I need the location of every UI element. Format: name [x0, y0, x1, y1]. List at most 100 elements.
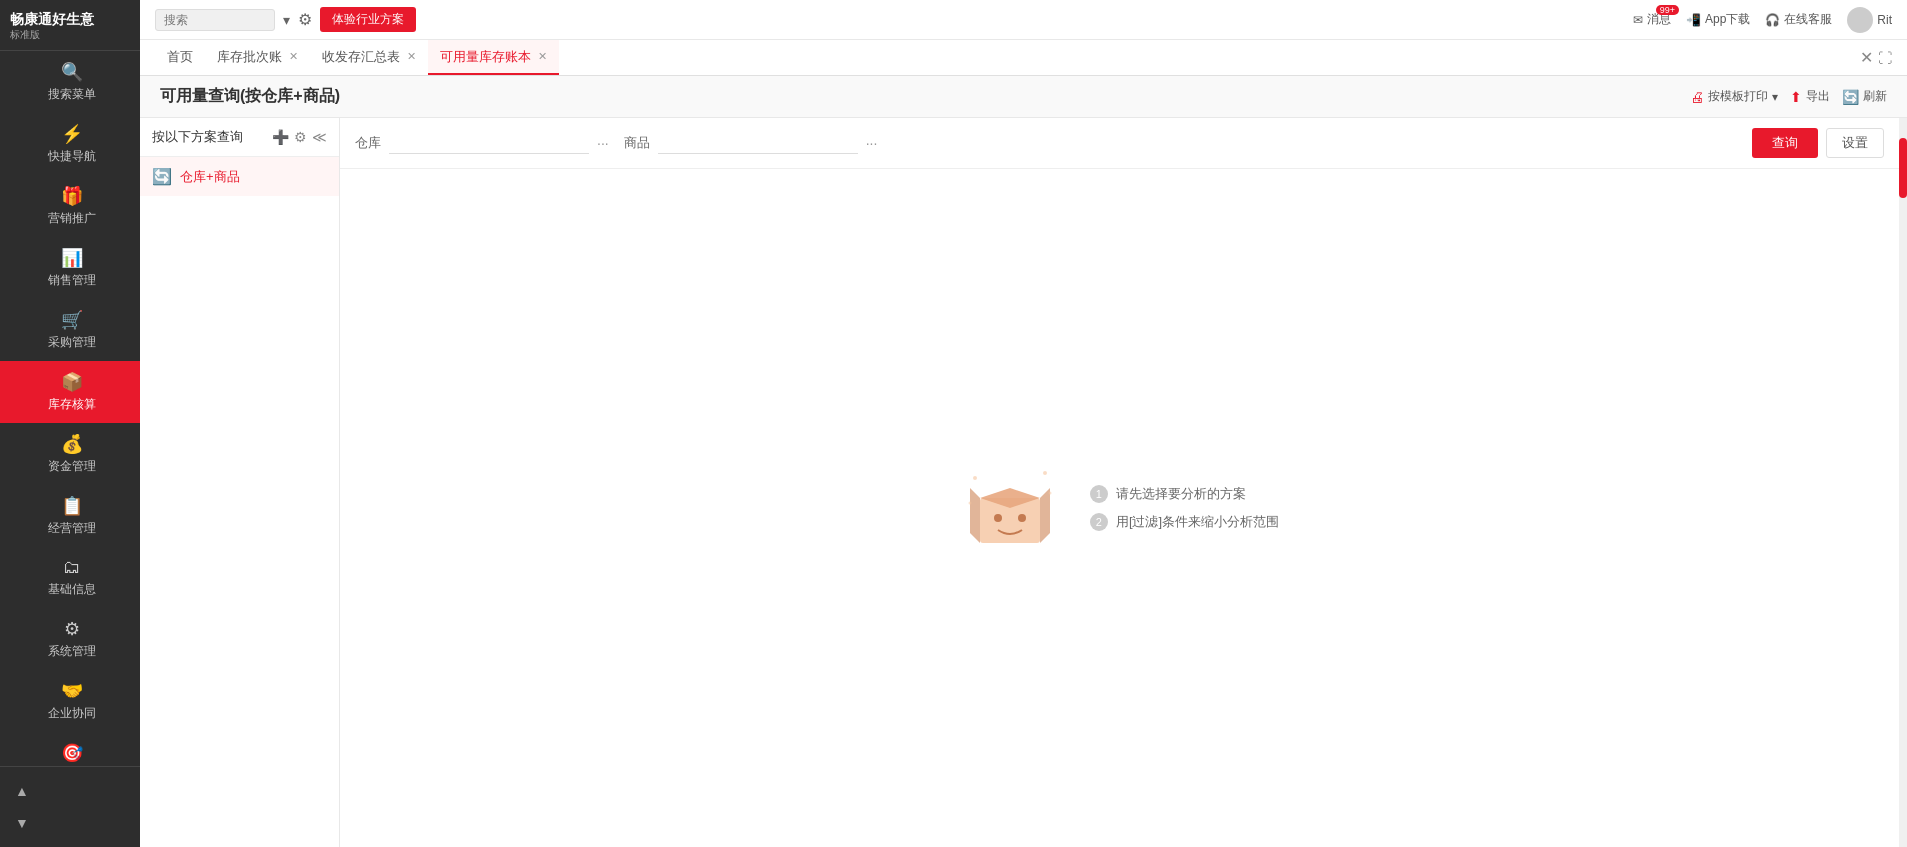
gift-icon: 🎁	[61, 185, 83, 207]
sidebar-item-search[interactable]: 🔍 搜索菜单	[0, 51, 140, 113]
message-item[interactable]: ✉ 消息 99+	[1633, 11, 1671, 28]
online-service-label: 在线客服	[1784, 11, 1832, 28]
app-download-label: App下载	[1705, 11, 1750, 28]
topbar: ▾ ⚙ 体验行业方案 ✉ 消息 99+ 📲 App下载 🎧 在线客服 Rit	[140, 0, 1907, 40]
handshake-icon: 🤝	[61, 680, 83, 702]
export-button[interactable]: ⬆ 导出	[1790, 88, 1830, 105]
sidebar-item-purchase[interactable]: 🛒 采购管理	[0, 299, 140, 361]
message-badge: 99+	[1656, 5, 1679, 15]
warehouse-more-icon[interactable]: ···	[597, 135, 609, 151]
shortcut-icon: ⚡	[61, 123, 83, 145]
sidebar-item-finance[interactable]: 💰 资金管理	[0, 423, 140, 485]
sidebar-item-label: 采购管理	[48, 334, 96, 351]
sidebar-item-shortcut[interactable]: ⚡ 快捷导航	[0, 113, 140, 175]
search-input[interactable]	[155, 9, 275, 31]
tip-text-1: 请先选择要分析的方案	[1116, 485, 1246, 503]
export-icon: ⬆	[1790, 89, 1802, 105]
box-icon: 📦	[61, 371, 83, 393]
tab-summary[interactable]: 收发存汇总表 ✕	[310, 40, 428, 75]
scrollbar-thumb	[1899, 138, 1907, 198]
scheme-panel-actions: ➕ ⚙ ≪	[272, 129, 327, 145]
empty-state-content: 1 请先选择要分析的方案 2 用[过滤]条件来缩小分析范围	[960, 458, 1279, 558]
sidebar-scroll-up[interactable]: ▲	[0, 775, 140, 807]
cart-icon: 🛒	[61, 309, 83, 331]
sidebar-item-sales[interactable]: 📊 销售管理	[0, 237, 140, 299]
topbar-left: ▾ ⚙ 体验行业方案	[155, 7, 416, 32]
warehouse-input[interactable]	[389, 132, 589, 154]
topbar-right: ✉ 消息 99+ 📲 App下载 🎧 在线客服 Rit	[1633, 7, 1892, 33]
svg-point-6	[973, 476, 977, 480]
product-filter-group: 商品 ···	[624, 132, 878, 154]
page-title: 可用量查询(按仓库+商品)	[160, 86, 340, 107]
right-scrollbar[interactable]	[1899, 118, 1907, 847]
tab-summary-close[interactable]: ✕	[407, 50, 416, 63]
sidebar-item-basic[interactable]: 🗂 基础信息	[0, 547, 140, 608]
tab-batch-label: 库存批次账	[217, 48, 282, 66]
user-name: Rit	[1877, 13, 1892, 27]
sidebar-item-label: 资金管理	[48, 458, 96, 475]
online-service-item[interactable]: 🎧 在线客服	[1765, 11, 1832, 28]
gear-icon: ⚙	[64, 618, 80, 640]
product-more-icon[interactable]: ···	[866, 135, 878, 151]
tabbar-close-button[interactable]: ✕	[1860, 48, 1873, 67]
warehouse-filter-group: 仓库 ···	[355, 132, 609, 154]
chart-icon: 📊	[61, 247, 83, 269]
svg-marker-3	[1040, 488, 1050, 543]
refresh-button[interactable]: 🔄 刷新	[1842, 88, 1887, 105]
content-area: 按以下方案查询 ➕ ⚙ ≪ 🔄 仓库+商品 仓库 ···	[140, 118, 1907, 847]
print-button[interactable]: 🖨 按模板打印 ▾	[1690, 88, 1778, 105]
sidebar-item-marketing[interactable]: 🎁 营销推广	[0, 175, 140, 237]
query-button[interactable]: 查询	[1752, 128, 1818, 158]
sidebar-item-inventory[interactable]: 📦 库存核算	[0, 361, 140, 423]
app-download-item[interactable]: 📲 App下载	[1686, 11, 1750, 28]
tab-home[interactable]: 首页	[155, 40, 205, 75]
sidebar-item-enterprise[interactable]: 🤝 企业协同	[0, 670, 140, 732]
sidebar-item-system[interactable]: ⚙ 系统管理	[0, 608, 140, 670]
filter-settings-button[interactable]: 设置	[1826, 128, 1884, 158]
app-version: 标准版	[10, 28, 130, 42]
tab-available-close[interactable]: ✕	[538, 50, 547, 63]
tab-batch-close[interactable]: ✕	[289, 50, 298, 63]
empty-tip-2: 2 用[过滤]条件来缩小分析范围	[1090, 513, 1279, 531]
refresh-icon: 🔄	[1842, 89, 1859, 105]
up-icon: ▲	[15, 783, 29, 799]
scheme-settings-button[interactable]: ⚙	[294, 129, 307, 145]
scheme-item-warehouse-product[interactable]: 🔄 仓库+商品	[140, 157, 339, 196]
sidebar-item-label: 营销推广	[48, 210, 96, 227]
sidebar-item-label: 销售管理	[48, 272, 96, 289]
tab-batch[interactable]: 库存批次账 ✕	[205, 40, 310, 75]
svg-point-7	[1043, 471, 1047, 475]
svg-point-8	[1048, 492, 1051, 495]
target-icon: 🎯	[61, 742, 83, 764]
sidebar-scroll-down[interactable]: ▼	[0, 807, 140, 839]
svg-point-5	[1018, 514, 1026, 522]
service-icon: 🎧	[1765, 13, 1780, 27]
empty-illustration	[960, 458, 1060, 558]
tabbar-right: ✕ ⛶	[1860, 40, 1892, 75]
sidebar-item-operation[interactable]: 📋 经营管理	[0, 485, 140, 547]
sidebar-item-label: 企业协同	[48, 705, 96, 722]
settings-icon-btn[interactable]: ⚙	[298, 10, 312, 29]
sidebar-bottom: ▲ ▼	[0, 766, 140, 847]
sidebar-item-label: 库存核算	[48, 396, 96, 413]
tip-text-2: 用[过滤]条件来缩小分析范围	[1116, 513, 1279, 531]
dropdown-btn[interactable]: ▾	[283, 12, 290, 28]
scheme-add-button[interactable]: ➕	[272, 129, 289, 145]
tab-available[interactable]: 可用量库存账本 ✕	[428, 40, 559, 75]
product-input[interactable]	[658, 132, 858, 154]
scheme-panel: 按以下方案查询 ➕ ⚙ ≪ 🔄 仓库+商品	[140, 118, 340, 847]
user-profile[interactable]: Rit	[1847, 7, 1892, 33]
main-container: ▾ ⚙ 体验行业方案 ✉ 消息 99+ 📲 App下载 🎧 在线客服 Rit	[140, 0, 1907, 847]
tabbar-expand-button[interactable]: ⛶	[1878, 50, 1892, 66]
tabbar: 首页 库存批次账 ✕ 收发存汇总表 ✕ 可用量库存账本 ✕ ✕ ⛶	[140, 40, 1907, 76]
refresh-label: 刷新	[1863, 88, 1887, 105]
app-name: 畅康通好生意	[10, 10, 130, 28]
message-icon: ✉	[1633, 13, 1643, 27]
sidebar-item-newbie[interactable]: 🎯 新手引导	[0, 732, 140, 766]
download-icon: 📲	[1686, 13, 1701, 27]
filter-actions: 查询 设置	[1752, 128, 1884, 158]
main-area: 仓库 ··· 商品 ··· 查询 设置	[340, 118, 1899, 847]
sidebar-item-label: 系统管理	[48, 643, 96, 660]
trial-industry-button[interactable]: 体验行业方案	[320, 7, 416, 32]
scheme-collapse-button[interactable]: ≪	[312, 129, 327, 145]
